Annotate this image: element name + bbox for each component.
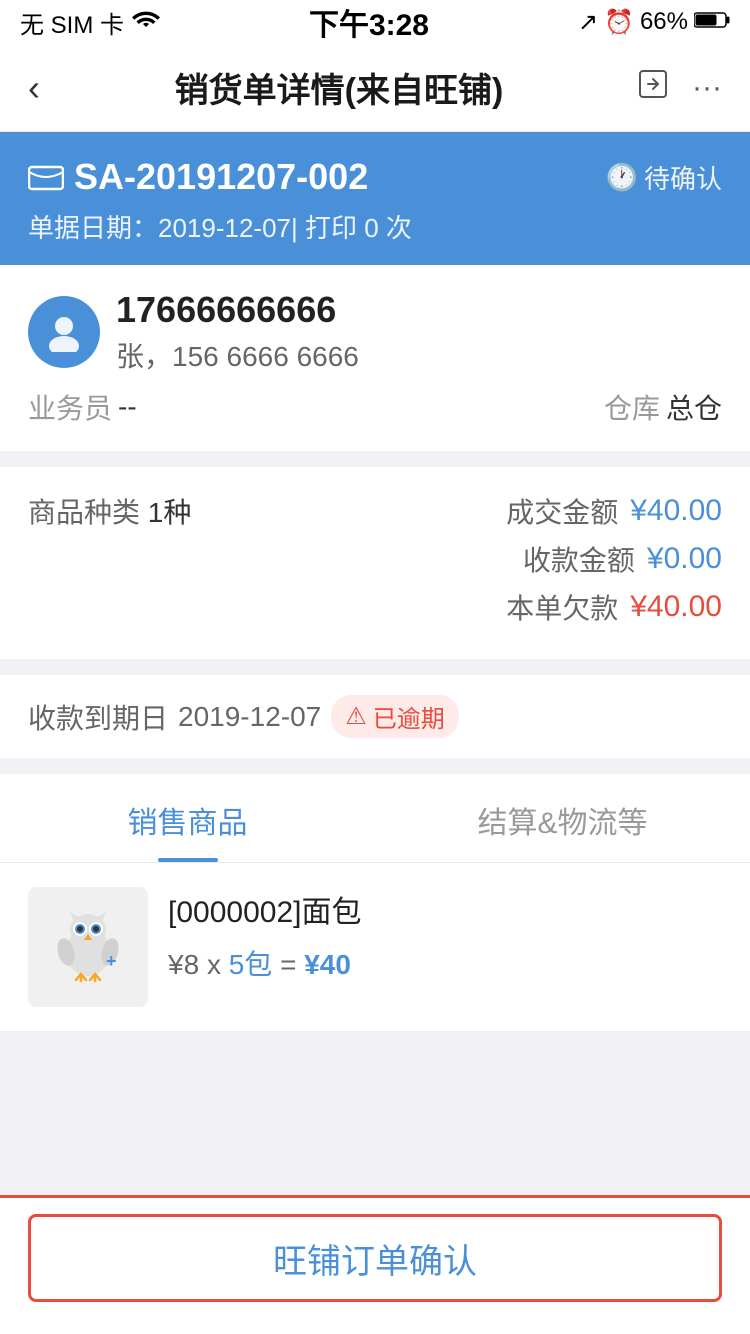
order-status-badge: 🕐 待确认 (606, 159, 722, 196)
overdue-text: 已逾期 (373, 699, 445, 734)
price-unit: ¥8 (168, 949, 199, 980)
salesperson-row: 业务员 -- 仓库 总仓 (28, 387, 722, 427)
wifi-icon (132, 8, 160, 36)
nav-bar: ‹ 销货单详情(来自旺铺) ··· (0, 44, 750, 132)
overdue-badge: ⚠ 已逾期 (331, 695, 459, 738)
clock-icon: 🕐 (606, 162, 638, 193)
order-id: SA-20191207-002 (28, 156, 368, 198)
quantity: 5包 (229, 949, 273, 980)
status-right: ↗ ⏰ 66% (578, 8, 730, 37)
order-header-top: SA-20191207-002 🕐 待确认 (28, 156, 722, 198)
customer-section: 17666666666 张，156 6666 6666 业务员 -- 仓库 总仓 (0, 265, 750, 451)
deal-amount-row: 成交金额 ¥40.00 (506, 491, 722, 531)
received-label: 收款金额 (523, 539, 635, 579)
goods-type: 商品种类 1种 (28, 491, 191, 531)
battery-icon (694, 8, 730, 36)
due-date-section: 收款到期日 2019-12-07 ⚠ 已逾期 (0, 675, 750, 758)
tab-settlement-logistics[interactable]: 结算&物流等 (375, 774, 750, 862)
deal-amount-label: 成交金额 (506, 491, 618, 531)
nav-right-buttons: ··· (638, 69, 722, 107)
multiply-sign: x (207, 949, 229, 980)
status-left: 无 SIM 卡 (20, 5, 160, 40)
owed-amount-row: 本单欠款 ¥40.00 (506, 587, 722, 627)
equals-sign: = (280, 949, 304, 980)
back-button[interactable]: ‹ (28, 67, 40, 109)
warehouse-label: 仓库 (604, 387, 660, 427)
warning-icon: ⚠ (345, 702, 367, 731)
bottom-bar: 旺铺订单确认 (0, 1195, 750, 1334)
owed-value: ¥40.00 (630, 590, 722, 624)
location-icon: ↗ (578, 8, 598, 37)
svg-text:+: + (106, 951, 117, 971)
customer-row: 17666666666 张，156 6666 6666 (28, 289, 722, 375)
owed-label: 本单欠款 (506, 587, 618, 627)
share-button[interactable] (638, 69, 668, 107)
product-name: [0000002]面包 (168, 887, 722, 931)
price-total: ¥40 (304, 949, 351, 980)
received-value: ¥0.00 (647, 542, 722, 576)
product-info: [0000002]面包 ¥8 x 5包 = ¥40 (168, 887, 722, 983)
product-item: + [0000002]面包 ¥8 x 5包 = ¥40 (0, 863, 750, 1031)
tabs-section: 销售商品 结算&物流等 (0, 774, 750, 1031)
customer-name: 张，156 6666 6666 (116, 335, 359, 375)
status-time: 下午3:28 (309, 0, 429, 44)
order-date-info: 单据日期：2019-12-07| 打印 0 次 (28, 208, 722, 245)
salesperson-label: 业务员 (28, 387, 112, 427)
received-amount-row: 收款金额 ¥0.00 (506, 539, 722, 579)
alarm-icon: ⏰ (604, 8, 634, 37)
more-button[interactable]: ··· (692, 71, 722, 105)
amounts-row: 商品种类 1种 成交金额 ¥40.00 收款金额 ¥0.00 本单欠款 ¥40.… (28, 491, 722, 635)
salesperson-value: -- (118, 391, 137, 423)
product-thumbnail: + (28, 887, 148, 1007)
deal-amount-value: ¥40.00 (630, 494, 722, 528)
bottom-space (0, 1031, 750, 1151)
due-date-value: 2019-12-07 (178, 701, 321, 733)
amount-details: 成交金额 ¥40.00 收款金额 ¥0.00 本单欠款 ¥40.00 (506, 491, 722, 635)
due-date-label: 收款到期日 (28, 697, 168, 737)
battery-text: 66% (640, 8, 688, 36)
tabs-bar: 销售商品 结算&物流等 (0, 774, 750, 863)
amounts-section: 商品种类 1种 成交金额 ¥40.00 收款金额 ¥0.00 本单欠款 ¥40.… (0, 467, 750, 659)
confirm-order-button[interactable]: 旺铺订单确认 (28, 1214, 722, 1302)
product-price-formula: ¥8 x 5包 = ¥40 (168, 943, 722, 983)
carrier-text: 无 SIM 卡 (20, 5, 124, 40)
warehouse-value: 总仓 (666, 387, 722, 427)
customer-phone: 17666666666 (116, 289, 359, 331)
tab-sales-goods[interactable]: 销售商品 (0, 774, 375, 862)
status-bar: 无 SIM 卡 下午3:28 ↗ ⏰ 66% (0, 0, 750, 44)
order-header: SA-20191207-002 🕐 待确认 单据日期：2019-12-07| 打… (0, 132, 750, 265)
avatar (28, 296, 100, 368)
page-title: 销货单详情(来自旺铺) (175, 63, 504, 112)
customer-info: 17666666666 张，156 6666 6666 (116, 289, 359, 375)
